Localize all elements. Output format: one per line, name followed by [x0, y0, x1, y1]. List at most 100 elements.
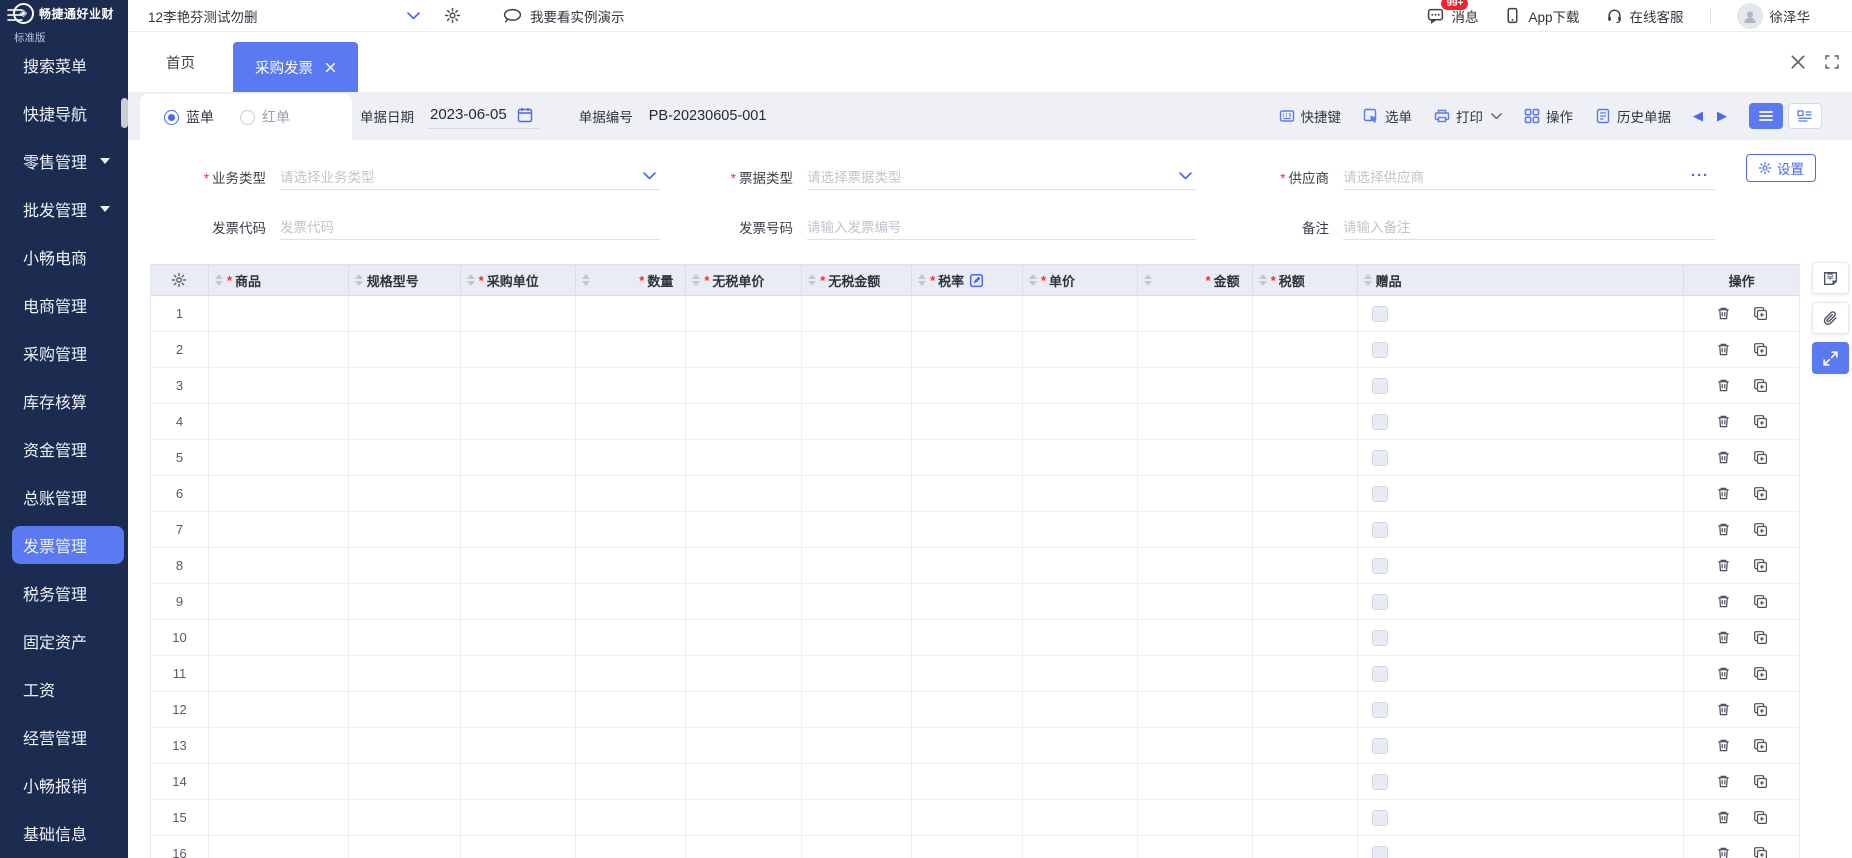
cell-规格型号[interactable] [349, 548, 461, 583]
cell-采购单位[interactable] [461, 620, 577, 655]
cell-无税金额[interactable] [802, 476, 913, 511]
cell-单价[interactable] [1023, 584, 1138, 619]
red-invoice-radio[interactable]: 红单 [240, 107, 290, 127]
column-header-赠品[interactable]: 赠品 [1358, 265, 1685, 295]
cell-无税单价[interactable] [686, 476, 803, 511]
cell-金额[interactable] [1138, 764, 1253, 799]
delete-row-icon[interactable] [1716, 846, 1731, 858]
column-header-商品[interactable]: * 商品 [209, 265, 349, 295]
row-number-cell[interactable]: 16 [151, 836, 209, 858]
cell-赠品[interactable] [1358, 800, 1685, 835]
cell-数量[interactable] [576, 440, 687, 475]
cell-无税金额[interactable] [802, 440, 913, 475]
insert-row-icon[interactable] [1753, 810, 1768, 825]
row-number-cell[interactable]: 4 [151, 404, 209, 439]
cell-税额[interactable] [1253, 476, 1358, 511]
cell-商品[interactable] [209, 548, 349, 583]
sort-arrows-icon[interactable] [1028, 274, 1037, 286]
cell-单价[interactable] [1023, 440, 1138, 475]
cell-赠品[interactable] [1358, 836, 1685, 858]
cell-金额[interactable] [1138, 656, 1253, 691]
cell-采购单位[interactable] [461, 692, 577, 727]
cell-数量[interactable] [576, 584, 687, 619]
cell-采购单位[interactable] [461, 764, 577, 799]
cell-商品[interactable] [209, 692, 349, 727]
cell-金额[interactable] [1138, 800, 1253, 835]
cell-税率[interactable] [912, 656, 1023, 691]
delete-row-icon[interactable] [1716, 306, 1731, 321]
cell-采购单位[interactable] [461, 440, 577, 475]
cell-无税金额[interactable] [802, 728, 913, 763]
cell-单价[interactable] [1023, 728, 1138, 763]
edit-square-icon[interactable] [969, 273, 984, 288]
cell-数量[interactable] [576, 656, 687, 691]
chevron-down-icon[interactable] [1179, 171, 1192, 180]
delete-row-icon[interactable] [1716, 666, 1731, 681]
field-input[interactable]: 请选择供应商 ··· [1343, 162, 1715, 190]
gift-checkbox[interactable] [1371, 305, 1388, 322]
settings-button[interactable]: 设置 [1746, 154, 1816, 182]
cell-数量[interactable] [576, 620, 687, 655]
cell-税额[interactable] [1253, 548, 1358, 583]
sidebar-item-7[interactable]: 采购管理 [0, 329, 128, 377]
row-number-cell[interactable]: 5 [151, 440, 209, 475]
date-field[interactable]: 2023-06-05 [428, 103, 539, 129]
cell-商品[interactable] [209, 368, 349, 403]
cell-单价[interactable] [1023, 548, 1138, 583]
insert-row-icon[interactable] [1753, 630, 1768, 645]
insert-row-icon[interactable] [1753, 774, 1768, 789]
cell-税额[interactable] [1253, 656, 1358, 691]
cell-金额[interactable] [1138, 728, 1253, 763]
cell-税率[interactable] [912, 332, 1023, 367]
delete-row-icon[interactable] [1716, 630, 1731, 645]
sort-arrows-icon[interactable] [692, 274, 701, 286]
insert-row-icon[interactable] [1753, 558, 1768, 573]
delete-row-icon[interactable] [1716, 414, 1731, 429]
column-header-金额[interactable]: * 金额 [1138, 265, 1253, 295]
cell-规格型号[interactable] [349, 620, 461, 655]
cell-无税单价[interactable] [686, 728, 803, 763]
cell-数量[interactable] [576, 332, 687, 367]
cell-金额[interactable] [1138, 692, 1253, 727]
sidebar-item-15[interactable]: 经营管理 [0, 713, 128, 761]
gift-checkbox[interactable] [1371, 413, 1388, 430]
column-header-规格型号[interactable]: 规格型号 [349, 265, 461, 295]
delete-row-icon[interactable] [1716, 594, 1731, 609]
cell-无税金额[interactable] [802, 404, 913, 439]
cell-金额[interactable] [1138, 368, 1253, 403]
cell-商品[interactable] [209, 296, 349, 331]
gift-checkbox[interactable] [1371, 485, 1388, 502]
cell-金额[interactable] [1138, 620, 1253, 655]
cell-规格型号[interactable] [349, 800, 461, 835]
cell-无税单价[interactable] [686, 620, 803, 655]
cell-商品[interactable] [209, 620, 349, 655]
column-header-无税单价[interactable]: * 无税单价 [686, 265, 803, 295]
cell-赠品[interactable] [1358, 764, 1685, 799]
cell-赠品[interactable] [1358, 728, 1685, 763]
cell-税率[interactable] [912, 512, 1023, 547]
insert-row-icon[interactable] [1753, 846, 1768, 858]
cell-税额[interactable] [1253, 368, 1358, 403]
cell-采购单位[interactable] [461, 368, 577, 403]
cell-无税单价[interactable] [686, 800, 803, 835]
cell-金额[interactable] [1138, 512, 1253, 547]
cell-税率[interactable] [912, 836, 1023, 858]
column-header-无税金额[interactable]: * 无税金额 [802, 265, 913, 295]
field-input[interactable]: 请选择票据类型 [807, 162, 1196, 190]
cell-采购单位[interactable] [461, 296, 577, 331]
cell-金额[interactable] [1138, 836, 1253, 858]
sort-arrows-icon[interactable] [1143, 274, 1152, 286]
insert-row-icon[interactable] [1753, 414, 1768, 429]
cell-数量[interactable] [576, 728, 687, 763]
blue-invoice-radio[interactable]: 蓝单 [164, 107, 214, 127]
gift-checkbox[interactable] [1371, 593, 1388, 610]
cell-无税单价[interactable] [686, 584, 803, 619]
cell-无税金额[interactable] [802, 800, 913, 835]
cell-税额[interactable] [1253, 512, 1358, 547]
row-number-cell[interactable]: 10 [151, 620, 209, 655]
cell-税率[interactable] [912, 800, 1023, 835]
close-icon[interactable] [325, 62, 336, 73]
cell-税额[interactable] [1253, 764, 1358, 799]
next-page-icon[interactable]: ▶ [1717, 108, 1727, 124]
sidebar-item-11[interactable]: 发票管理 [0, 521, 128, 569]
